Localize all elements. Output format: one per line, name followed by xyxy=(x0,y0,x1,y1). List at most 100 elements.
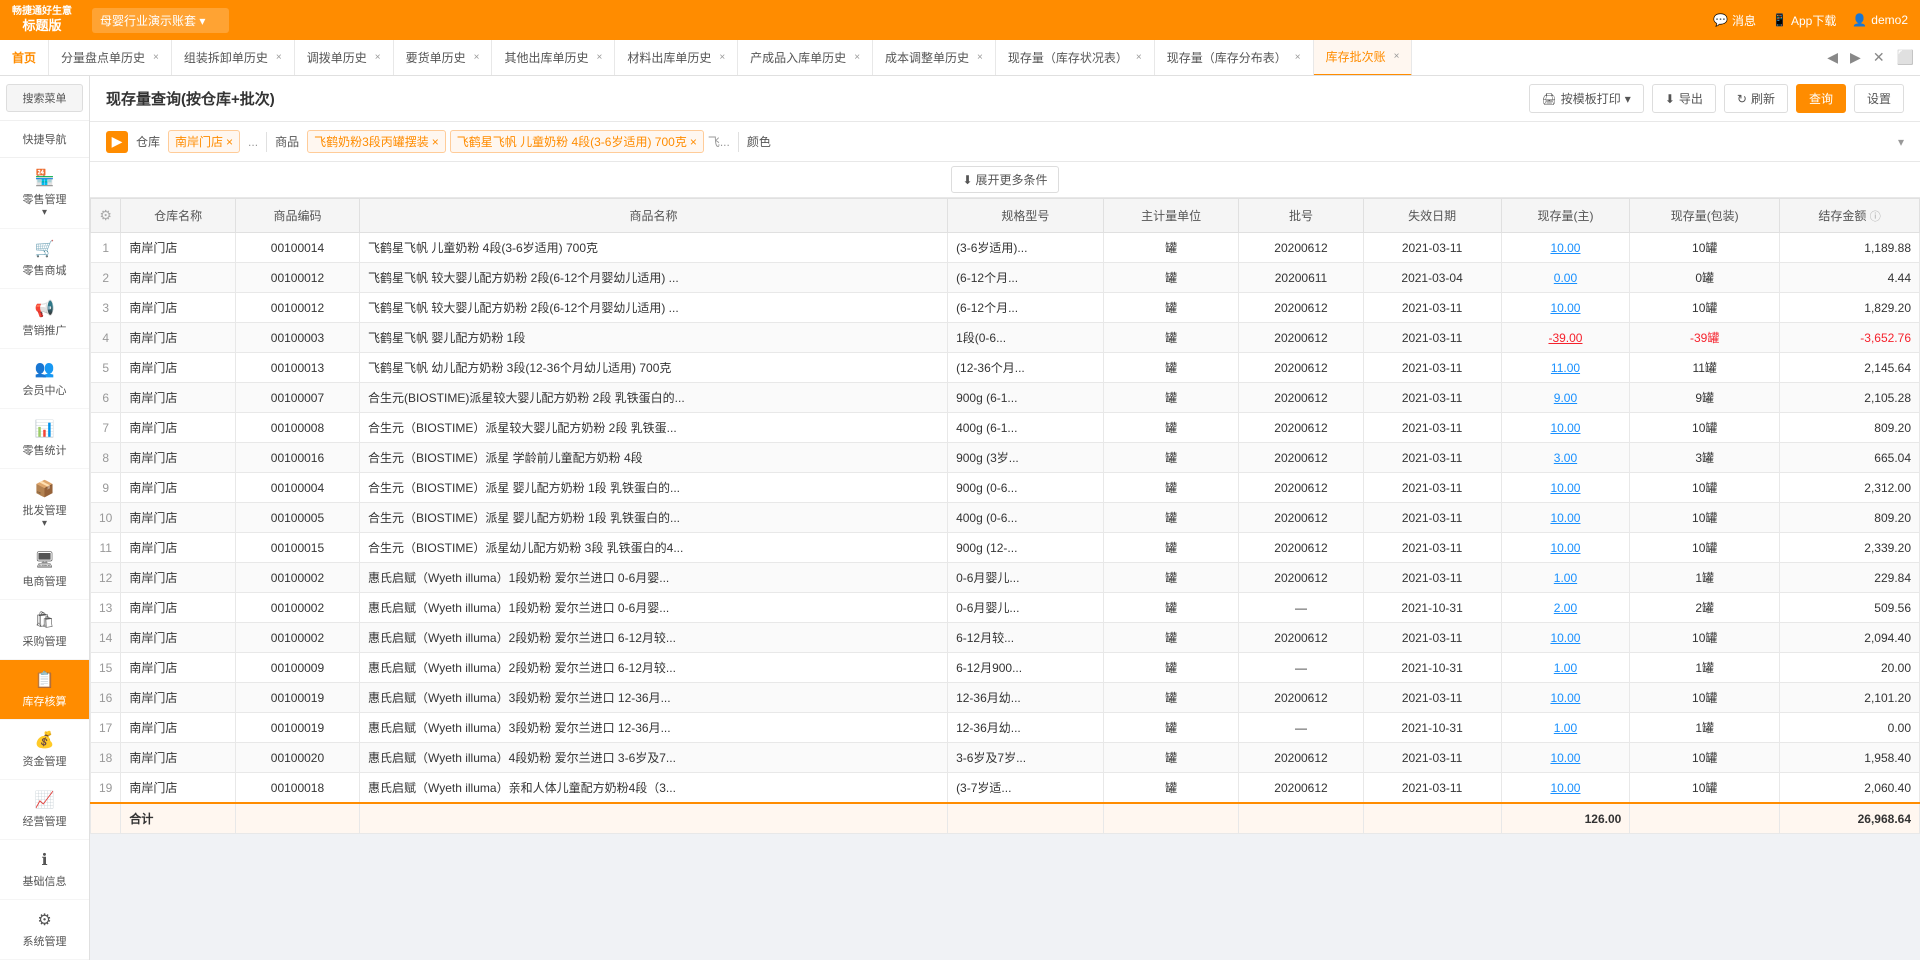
tab-xiancun2[interactable]: 现存量（库存分布表）× xyxy=(1155,40,1314,76)
table-cell[interactable]: 1.00 xyxy=(1501,563,1630,593)
sidebar-item-marketing[interactable]: 📢 营销推广 xyxy=(0,289,89,349)
table-cell[interactable]: 10.00 xyxy=(1501,503,1630,533)
table-cell: -39罐 xyxy=(1630,323,1780,353)
table-cell[interactable]: 1.00 xyxy=(1501,713,1630,743)
expand-more-btn[interactable]: ⬇ 展开更多条件 xyxy=(951,166,1058,193)
inventory-icon: 📋 xyxy=(35,670,55,690)
col-gear[interactable]: ⚙ xyxy=(91,199,121,233)
settings-btn[interactable]: 设置 xyxy=(1854,84,1904,113)
tab-fenliang[interactable]: 分量盘点单历史 × xyxy=(49,40,172,76)
warehouse-more[interactable]: ... xyxy=(248,135,258,149)
table-cell: 2021-03-11 xyxy=(1363,293,1501,323)
message-btn[interactable]: 💬 消息 xyxy=(1713,12,1756,29)
account-dropdown[interactable]: 母婴行业演示账套 ▾ xyxy=(92,8,229,33)
table-cell: 南岸门店 xyxy=(121,563,236,593)
user-profile-btn[interactable]: 👤 demo2 xyxy=(1852,13,1908,27)
sidebar-label-basic: 基础信息 xyxy=(23,873,67,889)
tab-chanpin[interactable]: 产成品入库单历史 × xyxy=(738,40,873,76)
tab-chengben[interactable]: 成本调整单历史 × xyxy=(873,40,996,76)
tab-cailiaochuku[interactable]: 材料出库单历史 × xyxy=(615,40,738,76)
gear-icon[interactable]: ⚙ xyxy=(99,207,112,223)
table-cell: 00100003 xyxy=(235,323,359,353)
table-cell: 20.00 xyxy=(1780,653,1920,683)
table-cell[interactable]: 10.00 xyxy=(1501,743,1630,773)
sidebar-item-system[interactable]: ⚙ 系统管理 xyxy=(0,900,89,960)
search-menu-btn[interactable]: 搜索菜单 xyxy=(6,84,83,112)
amount-info-icon[interactable]: ⓘ xyxy=(1870,211,1881,223)
table-cell: 2021-03-11 xyxy=(1363,473,1501,503)
summary-cell: 合计 xyxy=(121,803,236,834)
table-cell[interactable]: 10.00 xyxy=(1501,233,1630,263)
tab-xiancun1[interactable]: 现存量（库存状况表）× xyxy=(996,40,1155,76)
product-more[interactable]: 飞... xyxy=(708,133,730,150)
product-tag-1-remove[interactable]: × xyxy=(432,135,439,149)
table-cell[interactable]: 9.00 xyxy=(1501,383,1630,413)
product-tag-2-remove[interactable]: × xyxy=(690,135,697,149)
table-cell[interactable]: 10.00 xyxy=(1501,413,1630,443)
table-cell[interactable]: 10.00 xyxy=(1501,623,1630,653)
sidebar-item-finance[interactable]: 💰 资金管理 xyxy=(0,720,89,780)
table-cell: 合生元（BIOSTIME）派星幼儿配方奶粉 3段 乳铁蛋白的4... xyxy=(359,533,947,563)
sidebar-item-member[interactable]: 👥 会员中心 xyxy=(0,349,89,409)
table-cell[interactable]: 2.00 xyxy=(1501,593,1630,623)
table-cell: 00100009 xyxy=(235,653,359,683)
sidebar: 搜索菜单 快捷导航 🏪 零售管理 ▾ 🛒 零售商城 📢 营销推广 👥 会员中心 … xyxy=(0,76,90,960)
table-cell: (6-12个月... xyxy=(948,263,1104,293)
sidebar-item-basic[interactable]: ℹ 基础信息 xyxy=(0,840,89,900)
table-cell: 南岸门店 xyxy=(121,293,236,323)
export-btn[interactable]: ⬇ 导出 xyxy=(1652,84,1716,113)
table-cell[interactable]: -39.00 xyxy=(1501,323,1630,353)
quick-nav-btn[interactable]: 快捷导航 xyxy=(0,125,89,153)
tab-maximize[interactable]: ⬜ xyxy=(1891,49,1920,66)
tab-home[interactable]: 首页 xyxy=(0,40,49,76)
filter-expand-btn[interactable]: ▶ xyxy=(106,131,128,153)
tab-yaohuo[interactable]: 要货单历史 × xyxy=(394,40,493,76)
tab-zuzhuan[interactable]: 组装拆卸单历史 × xyxy=(172,40,295,76)
tab-qitachuku[interactable]: 其他出库单历史 × xyxy=(492,40,615,76)
table-cell: 0罐 xyxy=(1630,263,1780,293)
tab-diaobao[interactable]: 调拨单历史 × xyxy=(295,40,394,76)
table-cell: 00100018 xyxy=(235,773,359,804)
warehouse-tag-remove[interactable]: × xyxy=(226,135,233,149)
table-cell[interactable]: 0.00 xyxy=(1501,263,1630,293)
table-cell: 20200612 xyxy=(1239,293,1363,323)
sidebar-item-ecom[interactable]: 🖥 电商管理 xyxy=(0,540,89,600)
col-warehouse: 仓库名称 xyxy=(121,199,236,233)
sidebar-label-retail: 零售管理 xyxy=(23,191,67,207)
tab-kucun[interactable]: 库存批次账 × xyxy=(1314,40,1413,76)
sidebar-item-wholesale[interactable]: 📦 批发管理 ▾ xyxy=(0,469,89,540)
app-download-btn[interactable]: 📱 App下载 xyxy=(1772,12,1836,29)
table-cell[interactable]: 11.00 xyxy=(1501,353,1630,383)
sidebar-item-inventory[interactable]: 📋 库存核算 xyxy=(0,660,89,720)
table-cell[interactable]: 10.00 xyxy=(1501,473,1630,503)
sidebar-item-retail[interactable]: 🏪 零售管理 ▾ xyxy=(0,158,89,229)
sidebar-item-retail-stats[interactable]: 📊 零售统计 xyxy=(0,409,89,469)
table-cell: 11 xyxy=(91,533,121,563)
table-cell: 00100012 xyxy=(235,263,359,293)
table-cell[interactable]: 10.00 xyxy=(1501,683,1630,713)
color-dropdown-arrow[interactable]: ▾ xyxy=(1898,135,1904,149)
table-cell[interactable]: 3.00 xyxy=(1501,443,1630,473)
product-tag-2[interactable]: 飞鹤星飞帆 儿童奶粉 4段(3-6岁适用) 700克 × xyxy=(450,130,704,153)
table-cell: 合生元(BIOSTIME)派星较大婴儿配方奶粉 2段 乳铁蛋白的... xyxy=(359,383,947,413)
tab-arrow-right[interactable]: ▶ xyxy=(1844,49,1867,66)
print-btn[interactable]: 🖨 按模板打印 ▾ xyxy=(1529,84,1644,113)
table-cell[interactable]: 10.00 xyxy=(1501,293,1630,323)
table-cell[interactable]: 1.00 xyxy=(1501,653,1630,683)
table-cell: 2021-10-31 xyxy=(1363,593,1501,623)
tab-arrow-left[interactable]: ◀ xyxy=(1821,49,1844,66)
table-cell[interactable]: 10.00 xyxy=(1501,773,1630,804)
sidebar-item-mall[interactable]: 🛒 零售商城 xyxy=(0,229,89,289)
sidebar-item-operations[interactable]: 📈 经营管理 xyxy=(0,780,89,840)
refresh-btn[interactable]: ↻ 刷新 xyxy=(1724,84,1788,113)
tab-close-all[interactable]: ✕ xyxy=(1867,49,1891,66)
color-label: 颜色 xyxy=(747,133,771,150)
product-tag-1[interactable]: 飞鹤奶粉3段丙罐摆装 × xyxy=(307,130,446,153)
table-cell: 2021-03-11 xyxy=(1363,323,1501,353)
query-btn[interactable]: 查询 xyxy=(1796,84,1846,113)
warehouse-tag[interactable]: 南岸门店 × xyxy=(168,130,240,153)
table-cell: 罐 xyxy=(1103,773,1239,804)
table-row: 6南岸门店00100007合生元(BIOSTIME)派星较大婴儿配方奶粉 2段 … xyxy=(91,383,1920,413)
table-cell[interactable]: 10.00 xyxy=(1501,533,1630,563)
sidebar-item-purchase[interactable]: 🛍 采购管理 xyxy=(0,600,89,660)
